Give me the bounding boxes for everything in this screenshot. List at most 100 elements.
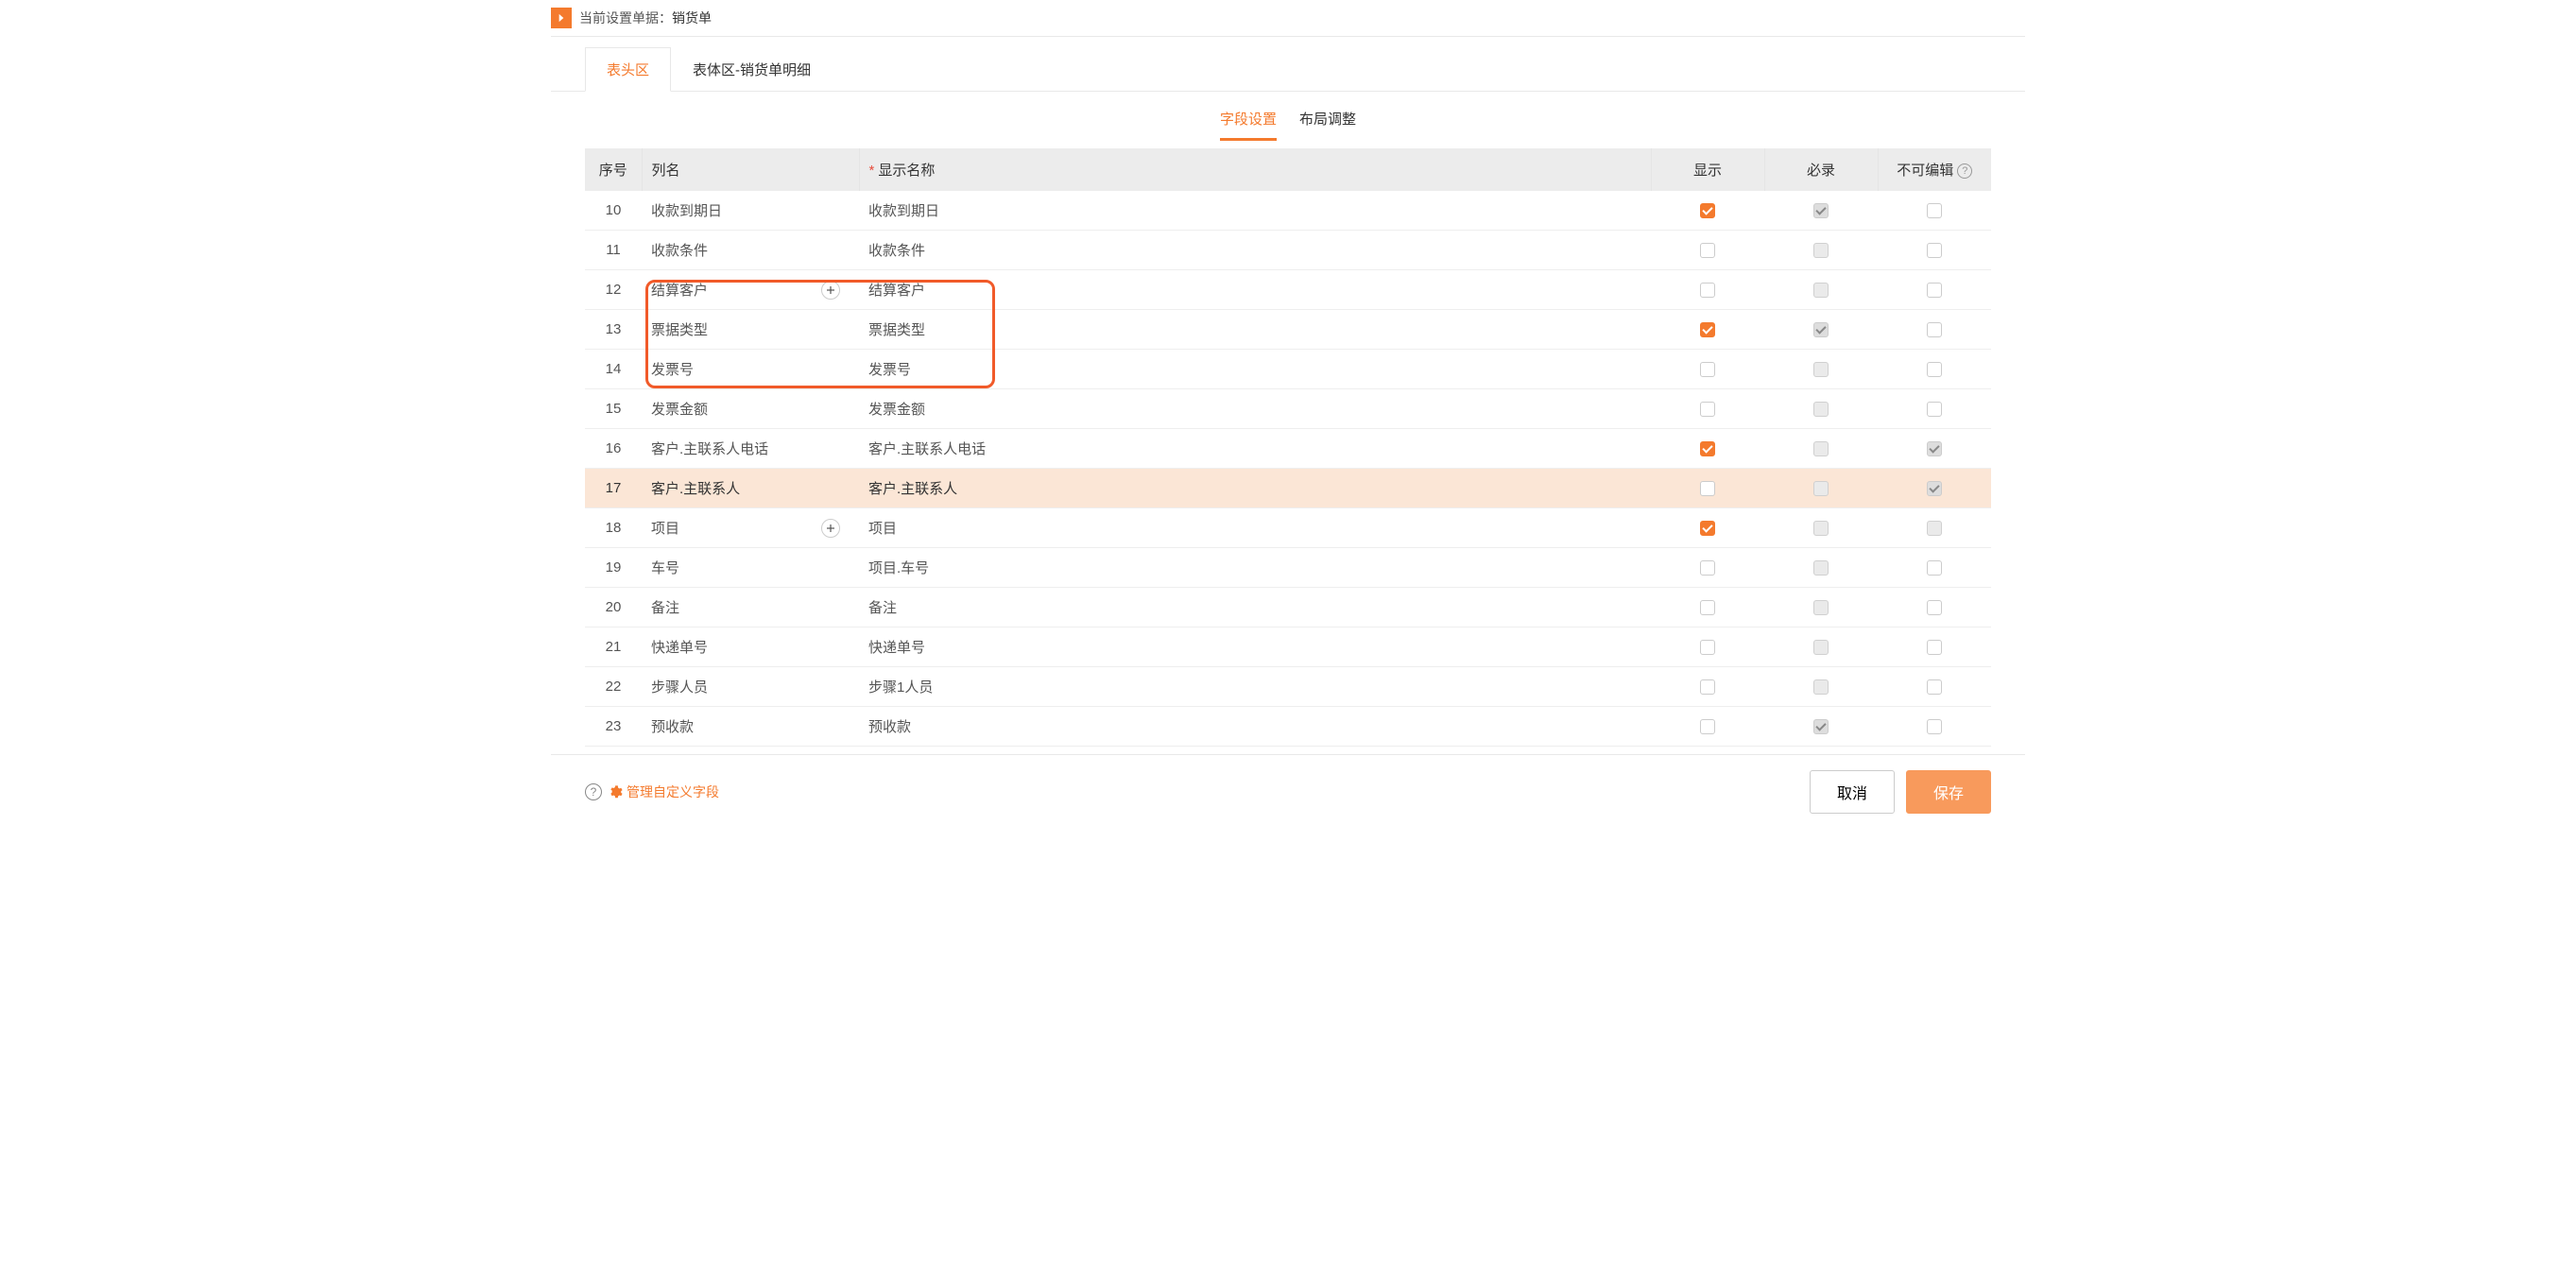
table-row[interactable]: 12结算客户结算客户 — [585, 270, 1991, 310]
table-row[interactable]: 13票据类型票据类型 — [585, 310, 1991, 350]
cell-seq: 22 — [585, 667, 642, 707]
cell-name: 项目 — [642, 508, 859, 548]
cell-required — [1764, 707, 1878, 747]
cell-required — [1764, 469, 1878, 508]
checkbox[interactable] — [1700, 640, 1715, 655]
checkbox[interactable] — [1927, 640, 1942, 655]
table-row[interactable]: 18项目项目 — [585, 508, 1991, 548]
footer-left: ? 管理自定义字段 — [585, 782, 719, 801]
checkbox[interactable] — [1700, 521, 1715, 536]
outer-tab[interactable]: 表体区-销货单明细 — [671, 47, 833, 92]
cell-seq: 19 — [585, 548, 642, 588]
cell-show — [1651, 191, 1764, 231]
help-icon[interactable]: ? — [1957, 163, 1972, 179]
cell-seq: 21 — [585, 627, 642, 667]
checkbox[interactable] — [1700, 481, 1715, 496]
checkbox[interactable] — [1700, 719, 1715, 734]
table-row[interactable]: 20备注备注 — [585, 588, 1991, 627]
cell-display-name[interactable]: 客户.主联系人 — [859, 469, 1651, 508]
cell-required — [1764, 508, 1878, 548]
table-row[interactable]: 10收款到期日收款到期日 — [585, 191, 1991, 231]
checkbox[interactable] — [1700, 600, 1715, 615]
checkbox[interactable] — [1927, 362, 1942, 377]
cell-noedit — [1878, 667, 1991, 707]
cell-display-name[interactable]: 收款条件 — [859, 231, 1651, 270]
checkbox[interactable] — [1700, 402, 1715, 417]
table-row[interactable]: 21快递单号快递单号 — [585, 627, 1991, 667]
cancel-button[interactable]: 取消 — [1810, 770, 1895, 814]
cell-display-name[interactable]: 项目.车号 — [859, 548, 1651, 588]
inner-tab[interactable]: 字段设置 — [1220, 109, 1277, 141]
save-button[interactable]: 保存 — [1906, 770, 1991, 814]
checkbox[interactable] — [1927, 243, 1942, 258]
checkbox[interactable] — [1700, 362, 1715, 377]
cell-required — [1764, 310, 1878, 350]
checkbox[interactable] — [1927, 322, 1942, 337]
checkbox[interactable] — [1927, 560, 1942, 576]
cell-name: 备注 — [642, 588, 859, 627]
column-name-text: 预收款 — [651, 716, 694, 736]
outer-tab[interactable]: 表头区 — [585, 47, 671, 92]
column-name-text: 结算客户 — [651, 280, 708, 300]
cell-required — [1764, 588, 1878, 627]
cell-seq: 13 — [585, 310, 642, 350]
checkbox[interactable] — [1700, 203, 1715, 218]
cell-required — [1764, 548, 1878, 588]
doc-name: 销货单 — [672, 9, 712, 27]
expand-plus-icon[interactable] — [821, 281, 840, 300]
cell-display-name[interactable]: 项目 — [859, 508, 1651, 548]
table-row[interactable]: 15发票金额发票金额 — [585, 389, 1991, 429]
cell-noedit — [1878, 191, 1991, 231]
footer: ? 管理自定义字段 取消 保存 — [551, 754, 2025, 829]
cell-required — [1764, 231, 1878, 270]
checkbox[interactable] — [1700, 679, 1715, 695]
sidebar-toggle-icon[interactable] — [551, 8, 572, 28]
table-row[interactable]: 14发票号发票号 — [585, 350, 1991, 389]
cell-required — [1764, 389, 1878, 429]
cell-display-name[interactable]: 票据类型 — [859, 310, 1651, 350]
cell-display-name[interactable]: 快递单号 — [859, 627, 1651, 667]
cell-display-name[interactable]: 步骤1人员 — [859, 667, 1651, 707]
cell-display-name[interactable]: 收款到期日 — [859, 191, 1651, 231]
cell-seq: 15 — [585, 389, 642, 429]
checkbox[interactable] — [1700, 322, 1715, 337]
cell-display-name[interactable]: 备注 — [859, 588, 1651, 627]
checkbox[interactable] — [1927, 283, 1942, 298]
cell-display-name[interactable]: 发票号 — [859, 350, 1651, 389]
manage-custom-fields-link[interactable]: 管理自定义字段 — [608, 782, 719, 801]
help-question-icon[interactable]: ? — [585, 783, 602, 800]
checkbox[interactable] — [1927, 402, 1942, 417]
doc-label: 当前设置单据： — [579, 9, 672, 27]
table-row[interactable]: 16客户.主联系人电话客户.主联系人电话 — [585, 429, 1991, 469]
table-row[interactable]: 11收款条件收款条件 — [585, 231, 1991, 270]
table-row[interactable]: 22步骤人员步骤1人员 — [585, 667, 1991, 707]
cell-display-name[interactable]: 预收款 — [859, 707, 1651, 747]
checkbox[interactable] — [1700, 560, 1715, 576]
cell-display-name[interactable]: 发票金额 — [859, 389, 1651, 429]
expand-plus-icon[interactable] — [821, 519, 840, 538]
checkbox — [1813, 441, 1829, 456]
cell-display-name[interactable]: 客户.主联系人电话 — [859, 429, 1651, 469]
checkbox[interactable] — [1700, 283, 1715, 298]
th-seq: 序号 — [585, 148, 642, 191]
checkbox[interactable] — [1927, 203, 1942, 218]
checkbox[interactable] — [1927, 600, 1942, 615]
checkbox[interactable] — [1700, 243, 1715, 258]
checkbox — [1813, 521, 1829, 536]
column-name-text: 收款到期日 — [651, 200, 722, 220]
checkbox[interactable] — [1700, 441, 1715, 456]
inner-tab[interactable]: 布局调整 — [1299, 109, 1356, 141]
cell-noedit — [1878, 231, 1991, 270]
table-row[interactable]: 19车号项目.车号 — [585, 548, 1991, 588]
cell-seq: 18 — [585, 508, 642, 548]
checkbox[interactable] — [1927, 719, 1942, 734]
cell-show — [1651, 588, 1764, 627]
table-row[interactable]: 17客户.主联系人客户.主联系人 — [585, 469, 1991, 508]
cell-display-name[interactable]: 结算客户 — [859, 270, 1651, 310]
footer-right: 取消 保存 — [1810, 770, 1991, 814]
checkbox — [1813, 560, 1829, 576]
table-row[interactable]: 23预收款预收款 — [585, 707, 1991, 747]
cell-name: 车号 — [642, 548, 859, 588]
checkbox[interactable] — [1927, 679, 1942, 695]
checkbox — [1813, 481, 1829, 496]
